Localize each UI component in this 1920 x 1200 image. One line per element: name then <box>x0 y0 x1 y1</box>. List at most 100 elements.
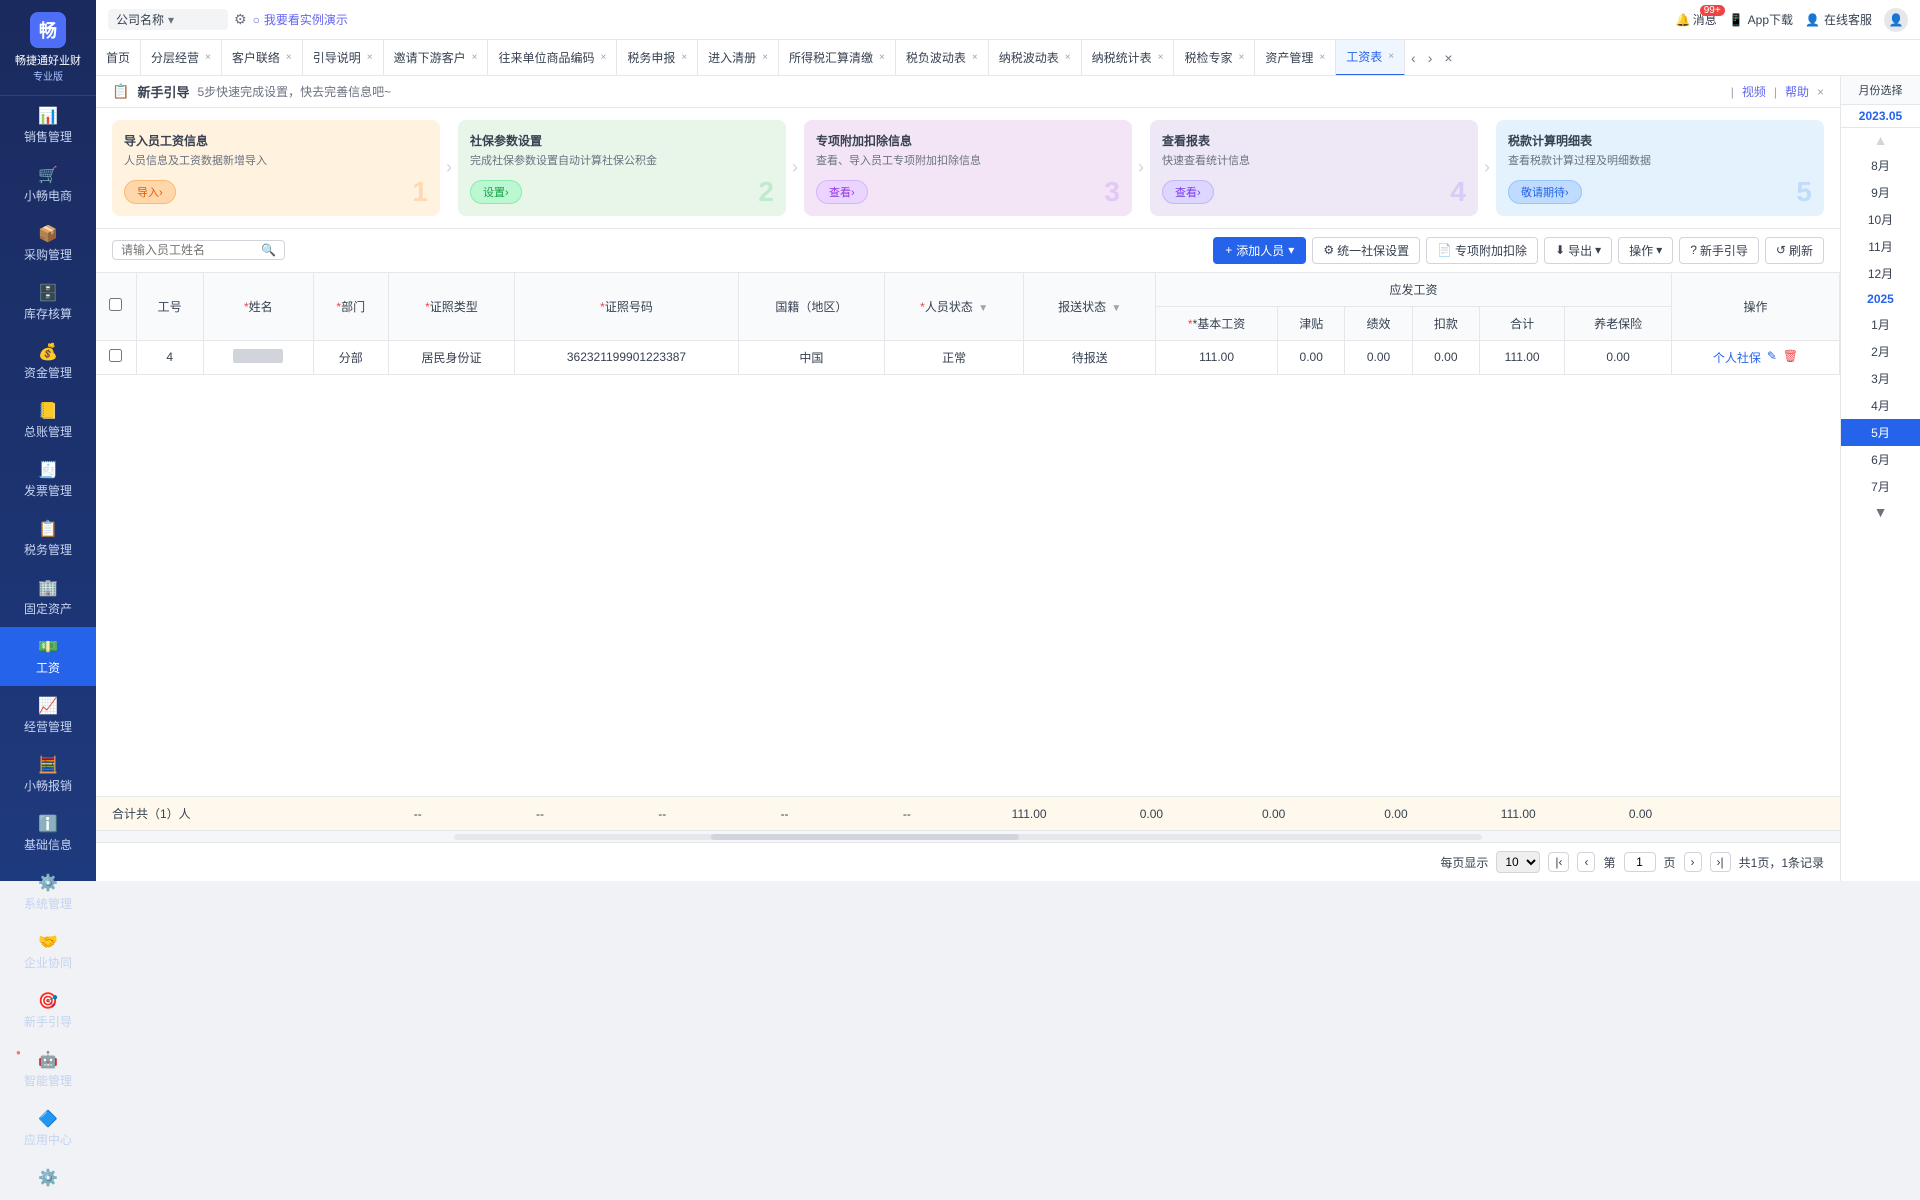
tab-tax-report[interactable]: 税务申报 × <box>617 40 698 76</box>
status-filter-icon[interactable]: ▼ <box>978 303 988 314</box>
settings-button[interactable]: ⚙ <box>234 11 247 28</box>
tab-close-icon[interactable]: × <box>1238 52 1244 63</box>
month-item-2[interactable]: 2月 <box>1841 338 1920 365</box>
sidebar-item-payroll[interactable]: 💵 工资 <box>0 627 96 686</box>
tab-product-code[interactable]: 往来单位商品编码 × <box>488 40 617 76</box>
search-input[interactable] <box>121 243 261 257</box>
refresh-button[interactable]: ↺ 刷新 <box>1765 237 1824 264</box>
sidebar-item-appcenter[interactable]: 🔷 应用中心 <box>0 1099 96 1158</box>
sidebar-item-sales[interactable]: 📊 销售管理 <box>0 96 96 155</box>
tab-close-icon[interactable]: × <box>286 52 292 63</box>
report-filter-icon[interactable]: ▼ <box>1111 303 1121 314</box>
month-item-6[interactable]: 6月 <box>1841 446 1920 473</box>
tab-layered[interactable]: 分层经营 × <box>141 40 222 76</box>
tab-close-icon[interactable]: × <box>472 52 478 63</box>
tab-clearance[interactable]: 进入清册 × <box>698 40 779 76</box>
next-page-button[interactable]: › <box>1684 852 1702 872</box>
tab-close-icon[interactable]: × <box>1065 52 1071 63</box>
month-item-10[interactable]: 10月 <box>1841 206 1920 233</box>
step-4-button[interactable]: 查看› <box>1162 180 1214 204</box>
month-item-9[interactable]: 9月 <box>1841 179 1920 206</box>
tab-close-icon[interactable]: × <box>972 52 978 63</box>
guide-close-btn[interactable]: × <box>1817 85 1824 99</box>
sidebar-item-inventory[interactable]: 🗄️ 库存核算 <box>0 273 96 332</box>
sidebar-item-settings[interactable]: ⚙️ <box>0 1158 96 1200</box>
page-input[interactable] <box>1624 852 1656 872</box>
sidebar-item-assets[interactable]: 🏢 固定资产 <box>0 568 96 627</box>
tab-close-icon[interactable]: × <box>205 52 211 63</box>
tab-guide-desc[interactable]: 引导说明 × <box>303 40 384 76</box>
sidebar-item-invoice[interactable]: 🧾 发票管理 <box>0 450 96 509</box>
tab-tax-stats[interactable]: 纳税统计表 × <box>1082 40 1175 76</box>
app-download-button[interactable]: 📱 App下载 <box>1729 11 1793 28</box>
step-3-button[interactable]: 查看› <box>816 180 868 204</box>
month-panel-year[interactable]: 2023.05 <box>1841 105 1920 128</box>
sidebar-item-ai[interactable]: 🤖 智能管理 <box>0 1040 96 1099</box>
page-size-select[interactable]: 10 20 50 <box>1496 851 1540 873</box>
demo-button[interactable]: ○ 我要看实例演示 <box>253 11 348 28</box>
tab-tax-fluctuation[interactable]: 纳税波动表 × <box>989 40 1082 76</box>
select-all-checkbox[interactable] <box>109 298 122 311</box>
last-page-button[interactable]: ›| <box>1710 852 1731 872</box>
delete-icon[interactable]: 🗑 <box>1783 349 1798 366</box>
guide-help-btn[interactable]: 帮助 <box>1785 83 1809 100</box>
personal-social-security-link[interactable]: 个人社保 <box>1713 349 1761 366</box>
prev-page-button[interactable]: ‹ <box>1577 852 1595 872</box>
step-2-button[interactable]: 设置› <box>470 180 522 204</box>
month-item-8[interactable]: 8月 <box>1841 152 1920 179</box>
tab-next-button[interactable]: › <box>1422 50 1439 66</box>
add-employee-button[interactable]: + 添加人员 ▾ <box>1213 237 1306 264</box>
tab-close-icon[interactable]: × <box>1388 51 1394 62</box>
month-item-1[interactable]: 1月 <box>1841 311 1920 338</box>
sidebar-item-guide[interactable]: 🎯 新手引导 <box>0 981 96 1040</box>
month-item-11[interactable]: 11月 <box>1841 233 1920 260</box>
step-5-button[interactable]: 敬请期待› <box>1508 180 1582 204</box>
notification-button[interactable]: 🔔 消息 99+ <box>1676 11 1717 28</box>
month-down-button[interactable]: ▼ <box>1870 502 1892 522</box>
month-item-4[interactable]: 4月 <box>1841 392 1920 419</box>
month-item-3[interactable]: 3月 <box>1841 365 1920 392</box>
sidebar-item-ledger[interactable]: 📒 总账管理 <box>0 391 96 450</box>
tab-close-icon[interactable]: × <box>1158 52 1164 63</box>
company-selector[interactable]: 公司名称 ▾ <box>108 9 228 30</box>
tab-tax-expert[interactable]: 税检专家 × <box>1174 40 1255 76</box>
sidebar-item-finance[interactable]: 💰 资金管理 <box>0 332 96 391</box>
edit-icon[interactable]: ✎ <box>1767 349 1777 366</box>
sidebar-item-tax[interactable]: 📋 税务管理 <box>0 509 96 568</box>
tab-close-icon[interactable]: × <box>367 52 373 63</box>
tab-invite[interactable]: 邀请下游客户 × <box>384 40 489 76</box>
tab-prev-button[interactable]: ‹ <box>1405 50 1422 66</box>
tab-home[interactable]: 首页 <box>96 40 141 76</box>
sidebar-item-expense[interactable]: 🧮 小畅报销 <box>0 745 96 804</box>
special-deduction-button[interactable]: 📄 专项附加扣除 <box>1426 237 1538 264</box>
guide-video-btn[interactable]: 视频 <box>1742 83 1766 100</box>
tab-close-icon[interactable]: × <box>600 52 606 63</box>
month-up-button[interactable]: ▲ <box>1870 130 1892 150</box>
new-guide-button[interactable]: ? 新手引导 <box>1679 237 1759 264</box>
sidebar-item-operations[interactable]: 📈 经营管理 <box>0 686 96 745</box>
sidebar-item-ecommerce[interactable]: 🛒 小畅电商 <box>0 155 96 214</box>
step-1-button[interactable]: 导入› <box>124 180 176 204</box>
sidebar-item-basic[interactable]: ℹ️ 基础信息 <box>0 804 96 863</box>
first-page-button[interactable]: |‹ <box>1548 852 1569 872</box>
tab-close-icon[interactable]: × <box>879 52 885 63</box>
action-button[interactable]: 操作 ▾ <box>1618 237 1673 264</box>
search-input-wrap[interactable]: 🔍 <box>112 240 285 260</box>
month-item-5[interactable]: 5月 <box>1841 419 1920 446</box>
user-avatar[interactable]: 👤 <box>1884 8 1908 32</box>
sidebar-item-collab[interactable]: 🤝 企业协同 <box>0 922 96 981</box>
online-service-button[interactable]: 👤 在线客服 <box>1805 11 1872 28</box>
tab-income-tax[interactable]: 所得税汇算清缴 × <box>779 40 896 76</box>
sidebar-item-purchase[interactable]: 📦 采购管理 <box>0 214 96 273</box>
tab-tax-burden[interactable]: 税负波动表 × <box>896 40 989 76</box>
month-item-12[interactable]: 12月 <box>1841 260 1920 287</box>
social-security-button[interactable]: ⚙ 统一社保设置 <box>1312 237 1420 264</box>
sidebar-item-system[interactable]: ⚙️ 系统管理 <box>0 863 96 922</box>
month-item-7[interactable]: 7月 <box>1841 473 1920 500</box>
row-checkbox[interactable] <box>109 349 122 362</box>
tab-client[interactable]: 客户联络 × <box>222 40 303 76</box>
tab-payroll[interactable]: 工资表 × <box>1336 40 1405 76</box>
export-button[interactable]: ⬇ 导出 ▾ <box>1544 237 1612 264</box>
tab-close-icon[interactable]: × <box>681 52 687 63</box>
tab-close-icon[interactable]: × <box>762 52 768 63</box>
